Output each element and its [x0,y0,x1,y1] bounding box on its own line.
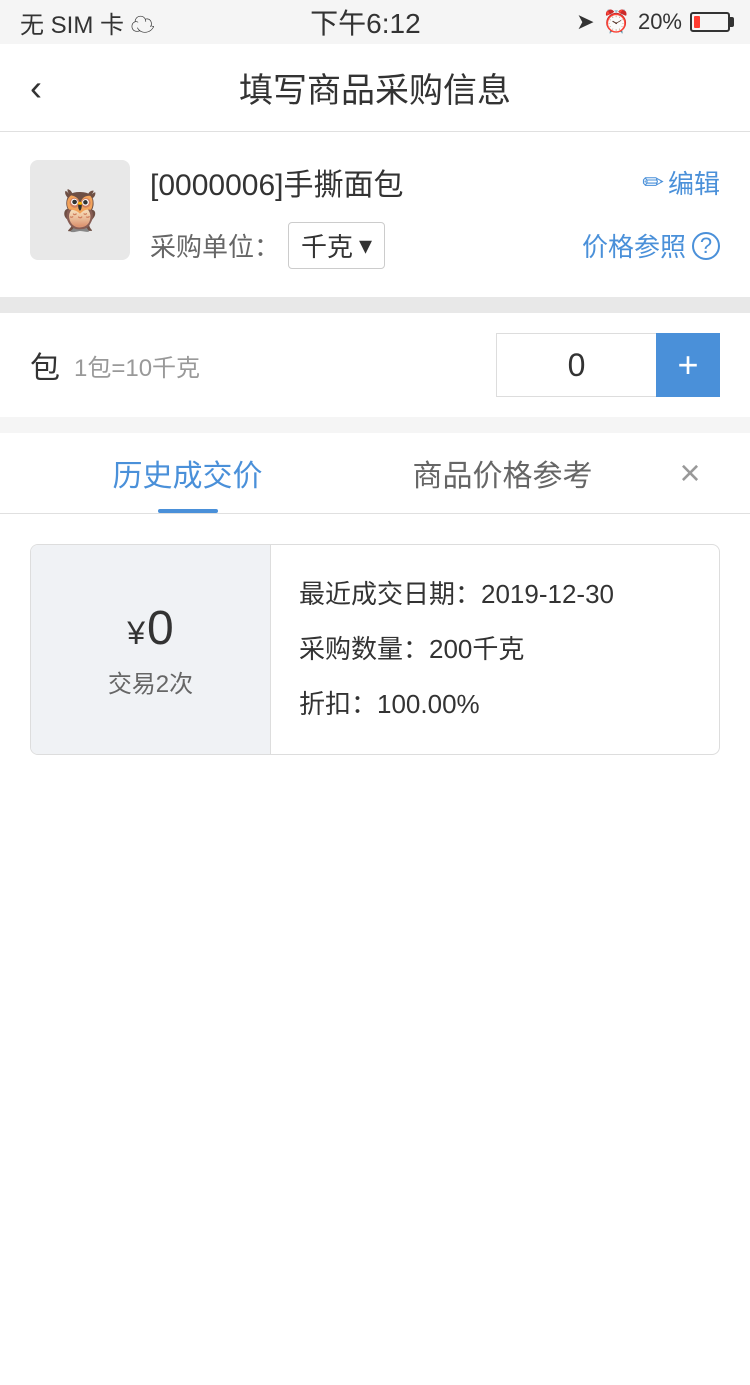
section-divider [0,297,750,313]
status-bar: 无 SIM 卡 ☁ 下午6:12 ➤ ⏰ 20% [0,0,750,44]
tab-product-price-ref[interactable]: 商品价格参考 [345,433,660,513]
battery-icon [690,12,730,32]
product-unit-row: 采购单位： 千克 ▾ 价格参照 ? [150,222,720,269]
panel-close-button[interactable]: × [660,433,720,513]
status-right: ➤ ⏰ 20% [576,9,730,35]
product-thumbnail-icon: 🦉 [55,187,105,234]
edit-label: 编辑 [668,164,720,201]
price-card-left: ¥ 0 交易2次 [31,545,271,754]
location-icon: ➤ [576,9,594,35]
tab-product-price-ref-label: 商品价格参考 [413,451,593,495]
quantity-row: 包 1包=10千克 0 + [0,313,750,417]
product-card: 🦉 [0000006]手撕面包 ✏ 编辑 采购单位： 千克 ▾ 价格参照 ? [0,132,750,297]
product-header: [0000006]手撕面包 ✏ 编辑 [150,160,720,204]
price-amount: 0 [147,601,174,656]
price-ref-panel: 历史成交价 商品价格参考 × ¥ 0 交易2次 最近成交日期：2019-12-3… [0,433,750,785]
unit-conversion: 1包=10千克 [74,348,200,383]
quantity-input[interactable]: 0 [496,333,656,397]
status-left: 无 SIM 卡 ☁ [20,5,155,40]
discount-label: 折扣： [299,689,377,719]
unit-tag: 包 1包=10千克 [30,343,200,387]
unit-box-label: 包 [30,343,60,387]
unit-select-dropdown[interactable]: 千克 ▾ [288,222,385,269]
price-record-area: ¥ 0 交易2次 最近成交日期：2019-12-30 采购数量：200千克 折扣… [0,514,750,785]
quantity-plus-button[interactable]: + [656,333,720,397]
back-button[interactable]: ‹ [30,67,42,109]
recent-date-value: 2019-12-30 [481,579,614,609]
edit-icon: ✏ [642,167,664,198]
qty-label: 采购数量： [299,634,429,664]
nav-bar: ‹ 填写商品采购信息 [0,44,750,132]
tabs-row: 历史成交价 商品价格参考 × [0,433,750,514]
qty-value: 200千克 [429,634,524,664]
tab-history-price[interactable]: 历史成交价 [30,433,345,513]
unit-value: 千克 [301,227,353,264]
lower-area [0,785,750,1385]
tab-history-price-label: 历史成交价 [113,451,263,495]
edit-button[interactable]: ✏ 编辑 [642,164,720,201]
currency-symbol: ¥ [127,615,145,652]
quantity-control: 0 + [496,333,720,397]
recent-date-row: 最近成交日期：2019-12-30 [299,575,691,614]
alarm-icon: ⏰ [603,9,630,35]
qty-row: 采购数量：200千克 [299,630,691,669]
unit-label: 采购单位： 千克 ▾ [150,222,385,269]
recent-date-label: 最近成交日期： [299,579,481,609]
price-ref-label: 价格参照 [582,227,686,264]
product-info: [0000006]手撕面包 ✏ 编辑 采购单位： 千克 ▾ 价格参照 ? [150,160,720,269]
discount-value: 100.00% [377,689,480,719]
transaction-count: 交易2次 [108,664,193,699]
price-card: ¥ 0 交易2次 最近成交日期：2019-12-30 采购数量：200千克 折扣… [30,544,720,755]
price-ref-help-icon: ? [692,232,720,260]
page-title: 填写商品采购信息 [239,63,511,112]
price-ref-button[interactable]: 价格参照 ? [582,227,720,264]
status-time: 下午6:12 [310,2,421,42]
discount-row: 折扣：100.00% [299,685,691,724]
unit-text: 采购单位： [150,227,280,264]
dropdown-arrow-icon: ▾ [359,230,372,261]
product-image: 🦉 [30,160,130,260]
battery-percent: 20% [638,9,682,35]
price-card-right: 最近成交日期：2019-12-30 采购数量：200千克 折扣：100.00% [271,545,719,754]
sim-label: 无 SIM 卡 ☁ [20,5,155,40]
product-name: [0000006]手撕面包 [150,160,403,204]
